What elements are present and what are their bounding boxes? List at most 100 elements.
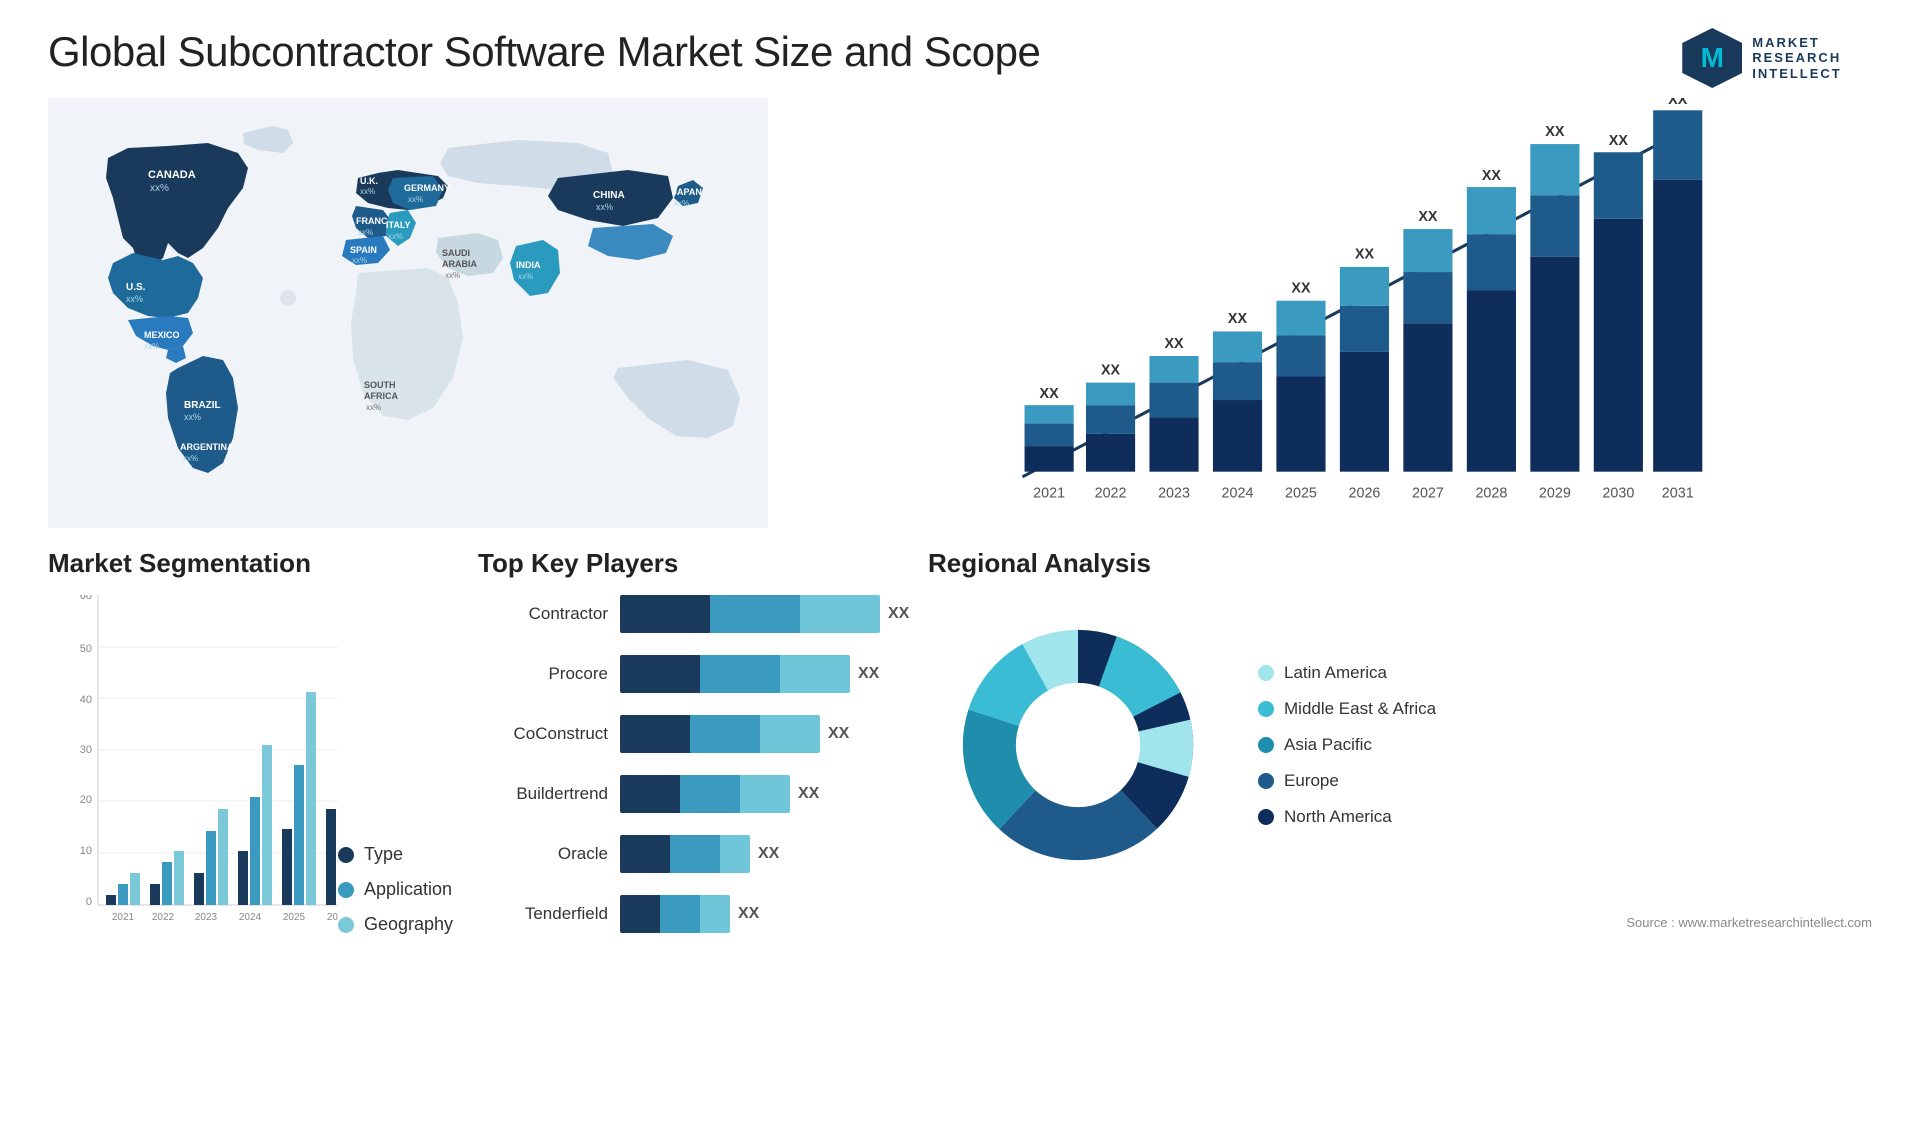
regional-legend: Latin America Middle East & Africa Asia … bbox=[1258, 663, 1436, 827]
legend-middle-east-label: Middle East & Africa bbox=[1284, 699, 1436, 719]
player-name-oracle: Oracle bbox=[478, 844, 608, 864]
svg-text:xx%: xx% bbox=[596, 202, 613, 212]
source-text: Source : www.marketresearchintellect.com bbox=[928, 915, 1872, 930]
logo-letter: M bbox=[1701, 42, 1724, 74]
svg-text:2025: 2025 bbox=[283, 912, 306, 923]
svg-text:JAPAN: JAPAN bbox=[672, 187, 702, 197]
legend-geography-label: Geography bbox=[364, 914, 453, 935]
segmentation-section: Market Segmentation 60 50 40 30 20 10 0 bbox=[48, 548, 448, 1088]
svg-text:2023: 2023 bbox=[195, 912, 218, 923]
svg-text:GERMANY: GERMANY bbox=[404, 183, 450, 193]
svg-text:xx%: xx% bbox=[366, 403, 381, 412]
svg-text:ARABIA: ARABIA bbox=[442, 259, 477, 269]
svg-text:CANADA: CANADA bbox=[148, 169, 196, 181]
logo-icon: M bbox=[1682, 28, 1742, 88]
svg-text:2023: 2023 bbox=[1158, 485, 1190, 501]
player-row-coconstruct: CoConstruct XX bbox=[478, 715, 898, 753]
player-row-tenderfield: Tenderfield XX bbox=[478, 895, 898, 933]
player-bar-coconstruct: XX bbox=[620, 715, 898, 753]
player-xx-procore: XX bbox=[858, 665, 879, 683]
svg-text:xx%: xx% bbox=[150, 183, 169, 194]
player-xx-oracle: XX bbox=[758, 845, 779, 863]
svg-text:XX: XX bbox=[1545, 124, 1565, 140]
bottom-section: Market Segmentation 60 50 40 30 20 10 0 bbox=[0, 528, 1920, 1098]
svg-text:xx%: xx% bbox=[144, 342, 159, 351]
svg-text:2022: 2022 bbox=[1095, 485, 1127, 501]
legend-north-america-dot bbox=[1258, 809, 1274, 825]
svg-text:xx%: xx% bbox=[183, 454, 198, 463]
logo: M MARKET RESEARCH INTELLECT bbox=[1652, 28, 1872, 88]
legend-north-america: North America bbox=[1258, 807, 1436, 827]
player-row-oracle: Oracle XX bbox=[478, 835, 898, 873]
svg-text:AFRICA: AFRICA bbox=[364, 391, 398, 401]
svg-text:U.K.: U.K. bbox=[360, 176, 378, 186]
svg-text:10: 10 bbox=[80, 845, 92, 857]
svg-text:XX: XX bbox=[1418, 209, 1438, 225]
svg-text:ARGENTINA: ARGENTINA bbox=[180, 442, 234, 452]
svg-text:XX: XX bbox=[1482, 168, 1502, 184]
svg-text:20: 20 bbox=[80, 794, 92, 806]
svg-text:xx%: xx% bbox=[352, 256, 367, 265]
svg-text:2024: 2024 bbox=[1222, 485, 1254, 501]
legend-north-america-label: North America bbox=[1284, 807, 1392, 827]
svg-text:XX: XX bbox=[1228, 311, 1248, 327]
player-bar-oracle: XX bbox=[620, 835, 898, 873]
legend-latin-america-label: Latin America bbox=[1284, 663, 1387, 683]
svg-text:2025: 2025 bbox=[1285, 485, 1317, 501]
regional-section: Regional Analysis bbox=[928, 548, 1872, 1088]
svg-text:2021: 2021 bbox=[1033, 485, 1065, 501]
player-name-tenderfield: Tenderfield bbox=[478, 904, 608, 924]
svg-text:2027: 2027 bbox=[1412, 485, 1444, 501]
svg-text:2028: 2028 bbox=[1475, 485, 1507, 501]
player-xx-buildertrend: XX bbox=[798, 785, 819, 803]
player-row-buildertrend: Buildertrend XX bbox=[478, 775, 898, 813]
player-xx-coconstruct: XX bbox=[828, 725, 849, 743]
legend-geography-dot bbox=[338, 917, 354, 933]
legend-type-label: Type bbox=[364, 844, 403, 865]
legend-europe-dot bbox=[1258, 773, 1274, 789]
map-svg: CANADA xx% U.S. xx% MEXICO xx% BRAZIL xx… bbox=[48, 98, 768, 528]
logo-text: MARKET RESEARCH INTELLECT bbox=[1752, 35, 1842, 82]
legend-middle-east: Middle East & Africa bbox=[1258, 699, 1436, 719]
svg-text:INDIA: INDIA bbox=[516, 260, 541, 270]
svg-text:SPAIN: SPAIN bbox=[350, 245, 377, 255]
legend-middle-east-dot bbox=[1258, 701, 1274, 717]
segmentation-chart-area: 60 50 40 30 20 10 0 bbox=[48, 595, 448, 935]
svg-text:xx%: xx% bbox=[184, 412, 201, 422]
svg-text:XX: XX bbox=[1668, 98, 1688, 108]
seg-chart-svg: 60 50 40 30 20 10 0 bbox=[48, 595, 338, 955]
player-name-coconstruct: CoConstruct bbox=[478, 724, 608, 744]
svg-text:2021: 2021 bbox=[112, 912, 135, 923]
player-row-contractor: Contractor XX bbox=[478, 595, 898, 633]
player-bar-contractor: XX bbox=[620, 595, 909, 633]
legend-type-dot bbox=[338, 847, 354, 863]
svg-text:xx%: xx% bbox=[358, 228, 373, 237]
svg-text:40: 40 bbox=[80, 694, 92, 706]
player-xx-tenderfield: XX bbox=[738, 905, 759, 923]
svg-text:2031: 2031 bbox=[1662, 485, 1694, 501]
svg-text:2026: 2026 bbox=[1349, 485, 1381, 501]
player-name-procore: Procore bbox=[478, 664, 608, 684]
svg-text:xx%: xx% bbox=[126, 294, 143, 304]
svg-text:xx%: xx% bbox=[408, 195, 423, 204]
player-row-procore: Procore XX bbox=[478, 655, 898, 693]
svg-text:2030: 2030 bbox=[1602, 485, 1634, 501]
svg-text:2026: 2026 bbox=[327, 912, 338, 923]
legend-europe-label: Europe bbox=[1284, 771, 1339, 791]
svg-text:50: 50 bbox=[80, 643, 92, 655]
key-players-title: Top Key Players bbox=[478, 548, 898, 579]
svg-text:XX: XX bbox=[1164, 336, 1184, 352]
svg-text:ITALY: ITALY bbox=[386, 220, 411, 230]
legend-europe: Europe bbox=[1258, 771, 1436, 791]
svg-text:xx%: xx% bbox=[360, 187, 375, 196]
legend-type: Type bbox=[338, 844, 453, 865]
svg-text:0: 0 bbox=[86, 896, 92, 908]
svg-text:2029: 2029 bbox=[1539, 485, 1571, 501]
svg-text:60: 60 bbox=[80, 595, 92, 602]
legend-latin-america: Latin America bbox=[1258, 663, 1436, 683]
donut-area: Latin America Middle East & Africa Asia … bbox=[928, 595, 1872, 895]
svg-text:XX: XX bbox=[1291, 281, 1311, 297]
player-bar-buildertrend: XX bbox=[620, 775, 898, 813]
svg-text:CHINA: CHINA bbox=[593, 190, 625, 201]
player-bar-procore: XX bbox=[620, 655, 898, 693]
